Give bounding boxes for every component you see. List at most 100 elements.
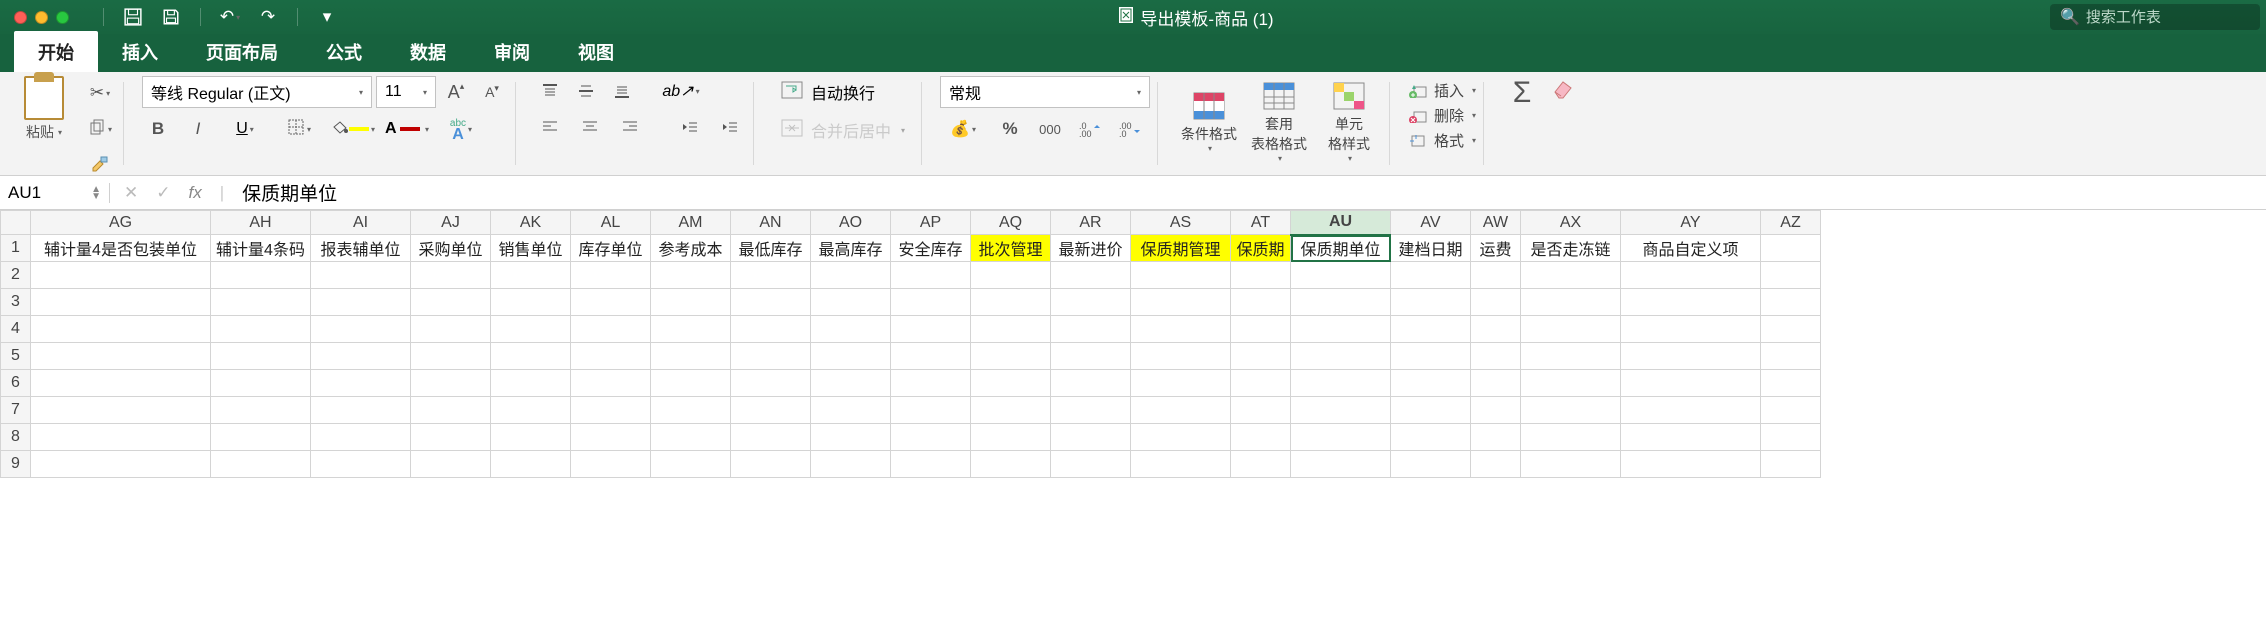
- cell[interactable]: [1761, 316, 1821, 343]
- cell[interactable]: [1621, 343, 1761, 370]
- row-header[interactable]: 5: [1, 343, 31, 370]
- cell[interactable]: [311, 316, 411, 343]
- cell[interactable]: [1761, 235, 1821, 262]
- cell[interactable]: 辅计量4是否包装单位: [31, 235, 211, 262]
- cell[interactable]: [651, 451, 731, 478]
- cell[interactable]: [1231, 262, 1291, 289]
- autosave-icon[interactable]: [118, 6, 148, 28]
- cell[interactable]: [1131, 289, 1231, 316]
- undo-icon[interactable]: ↶▾: [215, 6, 245, 28]
- cell[interactable]: [311, 289, 411, 316]
- cell[interactable]: [1051, 343, 1131, 370]
- cell[interactable]: [1231, 343, 1291, 370]
- cell[interactable]: 辅计量4条码: [211, 235, 311, 262]
- cell[interactable]: [1521, 424, 1621, 451]
- cell[interactable]: [311, 370, 411, 397]
- cell[interactable]: [1471, 262, 1521, 289]
- cell[interactable]: [1391, 289, 1471, 316]
- cell[interactable]: [1621, 451, 1761, 478]
- cell[interactable]: [651, 262, 731, 289]
- percent-button[interactable]: %: [994, 114, 1026, 144]
- cell[interactable]: [651, 343, 731, 370]
- cell[interactable]: [311, 262, 411, 289]
- cell[interactable]: [211, 397, 311, 424]
- column-header[interactable]: AV: [1391, 211, 1471, 235]
- currency-button[interactable]: 💰▾: [940, 114, 986, 144]
- cell[interactable]: [1471, 316, 1521, 343]
- column-header[interactable]: AW: [1471, 211, 1521, 235]
- cell[interactable]: [491, 424, 571, 451]
- cell[interactable]: [1621, 370, 1761, 397]
- cell[interactable]: 商品自定义项: [1621, 235, 1761, 262]
- cell[interactable]: [891, 343, 971, 370]
- cell[interactable]: [571, 397, 651, 424]
- cell[interactable]: [1391, 343, 1471, 370]
- cell[interactable]: [1521, 289, 1621, 316]
- cell[interactable]: 建档日期: [1391, 235, 1471, 262]
- cell[interactable]: [731, 370, 811, 397]
- cell[interactable]: [1521, 397, 1621, 424]
- cell[interactable]: [1051, 424, 1131, 451]
- row-header[interactable]: 8: [1, 424, 31, 451]
- cell[interactable]: [1051, 397, 1131, 424]
- cell[interactable]: [731, 343, 811, 370]
- cell[interactable]: [411, 370, 491, 397]
- select-all-corner[interactable]: [1, 211, 31, 235]
- column-header[interactable]: AN: [731, 211, 811, 235]
- column-header[interactable]: AQ: [971, 211, 1051, 235]
- cell[interactable]: [1761, 424, 1821, 451]
- cell[interactable]: [1131, 262, 1231, 289]
- spreadsheet-grid[interactable]: AGAHAIAJAKALAMANAOAPAQARASATAUAVAWAXAYAZ…: [0, 210, 2266, 478]
- cell[interactable]: [1231, 370, 1291, 397]
- cell[interactable]: 报表辅单位: [311, 235, 411, 262]
- tab-formulas[interactable]: 公式: [302, 31, 386, 72]
- cell[interactable]: 库存单位: [571, 235, 651, 262]
- font-name-select[interactable]: 等线 Regular (正文)▾: [142, 76, 372, 108]
- column-header[interactable]: AY: [1621, 211, 1761, 235]
- align-middle-button[interactable]: [570, 76, 602, 106]
- cell[interactable]: [891, 289, 971, 316]
- cell[interactable]: [311, 451, 411, 478]
- column-header[interactable]: AZ: [1761, 211, 1821, 235]
- cell[interactable]: [1291, 343, 1391, 370]
- cell[interactable]: [311, 424, 411, 451]
- save-icon[interactable]: [156, 6, 186, 28]
- tab-page-layout[interactable]: 页面布局: [182, 31, 302, 72]
- cell[interactable]: [891, 262, 971, 289]
- orientation-button[interactable]: ab↗▾: [658, 76, 704, 106]
- zoom-window-icon[interactable]: [56, 11, 69, 24]
- cell[interactable]: [1231, 316, 1291, 343]
- cell[interactable]: [411, 451, 491, 478]
- cell[interactable]: [491, 289, 571, 316]
- cell[interactable]: [211, 262, 311, 289]
- format-painter-button[interactable]: [84, 150, 116, 180]
- cell[interactable]: [1521, 343, 1621, 370]
- cell[interactable]: 保质期管理: [1131, 235, 1231, 262]
- customize-qat-icon[interactable]: ▾: [312, 6, 342, 28]
- decrease-font-button[interactable]: A▾: [476, 77, 508, 107]
- cell[interactable]: 最新进价: [1051, 235, 1131, 262]
- cell[interactable]: [971, 451, 1051, 478]
- cell[interactable]: [31, 316, 211, 343]
- cell[interactable]: [811, 397, 891, 424]
- cell[interactable]: [1291, 397, 1391, 424]
- insert-cells-button[interactable]: 插入▾: [1408, 80, 1476, 101]
- confirm-formula-button[interactable]: ✓: [156, 183, 170, 203]
- row-header[interactable]: 9: [1, 451, 31, 478]
- name-box[interactable]: AU1 ▲▼: [0, 183, 110, 203]
- phonetic-button[interactable]: abcA▾: [438, 114, 484, 144]
- cell[interactable]: [1521, 370, 1621, 397]
- formula-input[interactable]: [242, 182, 2252, 204]
- cell[interactable]: [891, 424, 971, 451]
- cell[interactable]: [31, 424, 211, 451]
- cell[interactable]: [1471, 424, 1521, 451]
- column-header[interactable]: AL: [571, 211, 651, 235]
- clear-button[interactable]: [1546, 76, 1584, 106]
- cell[interactable]: [1621, 262, 1761, 289]
- cancel-formula-button[interactable]: ✕: [124, 183, 138, 203]
- cell[interactable]: [731, 397, 811, 424]
- cell[interactable]: [1761, 397, 1821, 424]
- cell[interactable]: [311, 397, 411, 424]
- format-as-table-button[interactable]: 套用 表格格式▾: [1246, 76, 1312, 164]
- column-header[interactable]: AT: [1231, 211, 1291, 235]
